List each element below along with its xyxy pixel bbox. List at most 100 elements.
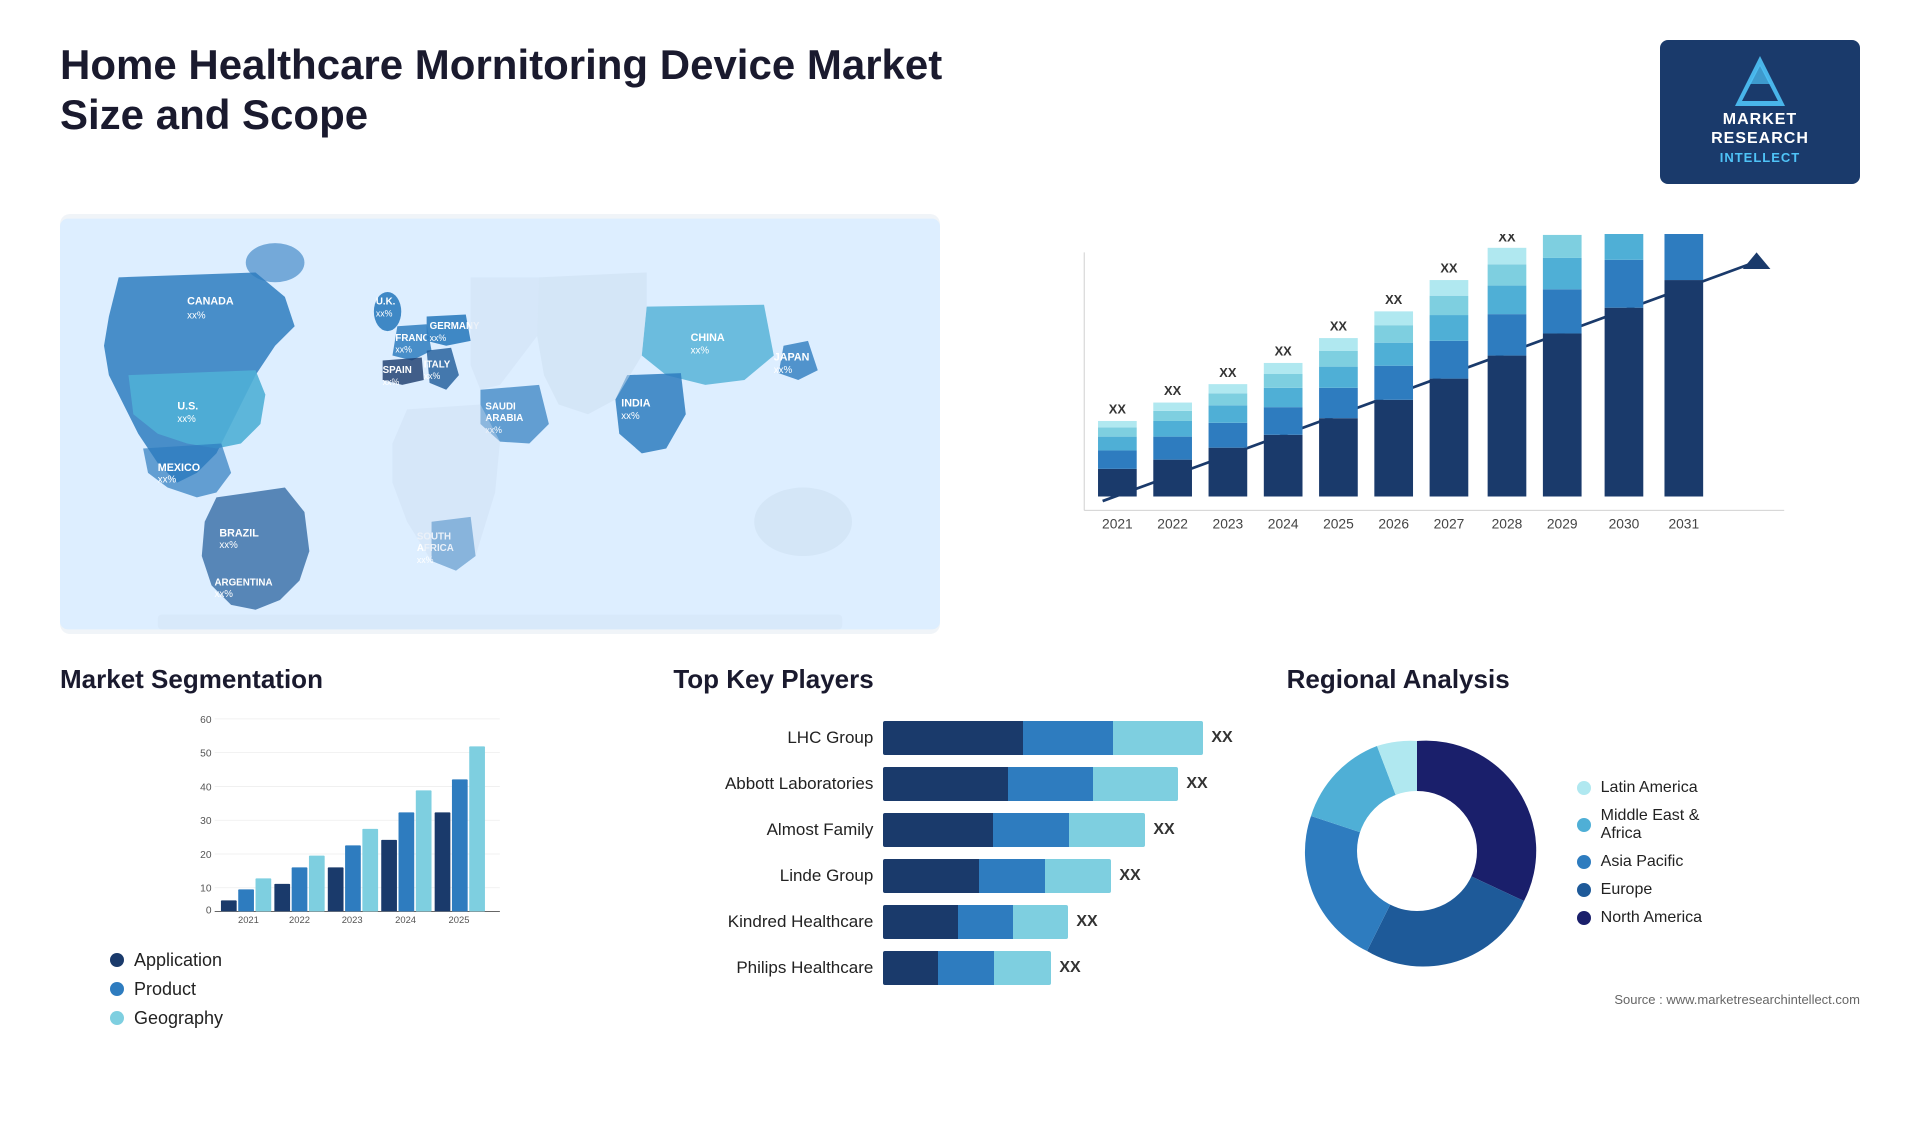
svg-text:0: 0 — [206, 905, 212, 916]
svg-text:30: 30 — [200, 816, 212, 827]
svg-text:JAPAN: JAPAN — [774, 351, 810, 363]
regional-legend: Latin America Middle East &Africa Asia P… — [1577, 779, 1702, 927]
svg-text:INDIA: INDIA — [621, 397, 651, 409]
svg-text:xx%: xx% — [214, 589, 233, 600]
bar-chart-svg: XX 2021 XX 2022 XX — [1000, 234, 1850, 584]
svg-text:XX: XX — [1275, 343, 1293, 358]
player-row: Philips Healthcare XX — [673, 951, 1246, 985]
player-bar-wrap: XX — [883, 767, 1246, 801]
legend-dot-product — [110, 982, 124, 996]
source-text: Source : www.marketresearchintellect.com — [1287, 992, 1860, 1007]
segmentation-title: Market Segmentation — [60, 664, 633, 695]
segmentation-legend: Application Product Geography — [60, 950, 633, 1029]
regional-section: Regional Analysis — [1287, 664, 1860, 1029]
player-bar-wrap: XX — [883, 951, 1246, 985]
svg-text:2030: 2030 — [1609, 515, 1640, 531]
svg-text:XX: XX — [1498, 234, 1516, 244]
player-bar — [883, 767, 1178, 801]
logo-text: MARKET RESEARCH INTELLECT — [1711, 110, 1809, 168]
svg-text:CANADA: CANADA — [187, 295, 234, 307]
svg-text:2021: 2021 — [1102, 515, 1133, 531]
svg-text:2022: 2022 — [1157, 515, 1188, 531]
svg-text:2028: 2028 — [1492, 515, 1523, 531]
svg-text:xx%: xx% — [430, 332, 447, 342]
player-bar — [883, 951, 1051, 985]
svg-text:2023: 2023 — [342, 914, 363, 925]
svg-text:xx%: xx% — [376, 308, 393, 318]
legend-asia-pacific: Asia Pacific — [1577, 853, 1702, 871]
player-name: Almost Family — [673, 820, 873, 840]
legend-geography: Geography — [110, 1008, 633, 1029]
svg-text:2026: 2026 — [1378, 515, 1409, 531]
svg-text:2025: 2025 — [449, 914, 470, 925]
player-name: Linde Group — [673, 866, 873, 886]
legend-dot-geography — [110, 1011, 124, 1025]
donut-chart — [1287, 721, 1547, 986]
svg-text:XX: XX — [1385, 292, 1403, 307]
svg-text:2031: 2031 — [1668, 515, 1699, 531]
player-bar — [883, 721, 1203, 755]
svg-text:2024: 2024 — [395, 914, 416, 925]
player-name: LHC Group — [673, 728, 873, 748]
svg-text:20: 20 — [200, 849, 212, 860]
player-bar — [883, 813, 1145, 847]
svg-text:ARABIA: ARABIA — [485, 413, 523, 424]
svg-text:40: 40 — [200, 782, 212, 793]
svg-text:60: 60 — [200, 714, 212, 725]
player-row: Almost Family XX — [673, 813, 1246, 847]
regional-title: Regional Analysis — [1287, 664, 1860, 695]
player-row: Abbott Laboratories XX — [673, 767, 1246, 801]
svg-text:xx%: xx% — [177, 414, 196, 425]
player-row: LHC Group XX — [673, 721, 1246, 755]
segmentation-chart: 60 50 40 30 20 10 0 — [60, 711, 633, 931]
players-title: Top Key Players — [673, 664, 1246, 695]
player-bar — [883, 859, 1111, 893]
svg-text:MEXICO: MEXICO — [158, 461, 200, 473]
svg-text:xx%: xx% — [774, 365, 793, 376]
svg-text:2023: 2023 — [1213, 515, 1244, 531]
player-bar-wrap: XX — [883, 859, 1246, 893]
players-list: LHC Group XX Abbott Laboratories — [673, 721, 1246, 985]
svg-text:xx%: xx% — [158, 474, 177, 485]
svg-text:10: 10 — [200, 883, 212, 894]
svg-text:2024: 2024 — [1268, 515, 1299, 531]
svg-text:XX: XX — [1219, 364, 1237, 379]
svg-text:SPAIN: SPAIN — [383, 365, 412, 376]
svg-text:xx%: xx% — [691, 345, 710, 356]
logo-icon — [1735, 56, 1785, 106]
segmentation-section: Market Segmentation 60 50 40 30 20 10 0 — [60, 664, 633, 1029]
svg-text:xx%: xx% — [383, 376, 400, 386]
svg-text:50: 50 — [200, 748, 212, 759]
header: Home Healthcare Mornitoring Device Marke… — [60, 40, 1860, 184]
player-bar — [883, 905, 1068, 939]
player-bar-wrap: XX — [883, 905, 1246, 939]
legend-application: Application — [110, 950, 633, 971]
svg-text:2021: 2021 — [238, 914, 259, 925]
player-bar-wrap: XX — [883, 721, 1246, 755]
svg-text:2025: 2025 — [1323, 515, 1354, 531]
svg-text:XX: XX — [1164, 383, 1182, 398]
page-title: Home Healthcare Mornitoring Device Marke… — [60, 40, 960, 141]
svg-text:U.K.: U.K. — [376, 296, 396, 307]
map-svg: CANADA xx% U.S. xx% MEXICO xx% BRAZIL xx… — [60, 214, 940, 634]
world-map: CANADA xx% U.S. xx% MEXICO xx% BRAZIL xx… — [60, 214, 940, 634]
svg-text:SAUDI: SAUDI — [485, 401, 516, 412]
legend-latin-america: Latin America — [1577, 779, 1702, 797]
player-name: Philips Healthcare — [673, 958, 873, 978]
player-row: Kindred Healthcare XX — [673, 905, 1246, 939]
player-row: Linde Group XX — [673, 859, 1246, 893]
svg-text:CHINA: CHINA — [691, 331, 725, 343]
svg-text:2029: 2029 — [1547, 515, 1578, 531]
legend-middle-east-africa: Middle East &Africa — [1577, 807, 1702, 843]
svg-text:xx%: xx% — [424, 371, 441, 381]
svg-text:2027: 2027 — [1434, 515, 1465, 531]
donut-svg — [1287, 721, 1547, 981]
svg-text:xx%: xx% — [395, 344, 412, 354]
svg-text:BRAZIL: BRAZIL — [219, 527, 259, 539]
legend-north-america: North America — [1577, 909, 1702, 927]
svg-text:ARGENTINA: ARGENTINA — [214, 577, 272, 588]
legend-product: Product — [110, 979, 633, 1000]
chart-section: XX 2021 XX 2022 XX — [980, 214, 1860, 634]
svg-text:XX: XX — [1440, 260, 1458, 275]
page: Home Healthcare Mornitoring Device Marke… — [0, 0, 1920, 1146]
